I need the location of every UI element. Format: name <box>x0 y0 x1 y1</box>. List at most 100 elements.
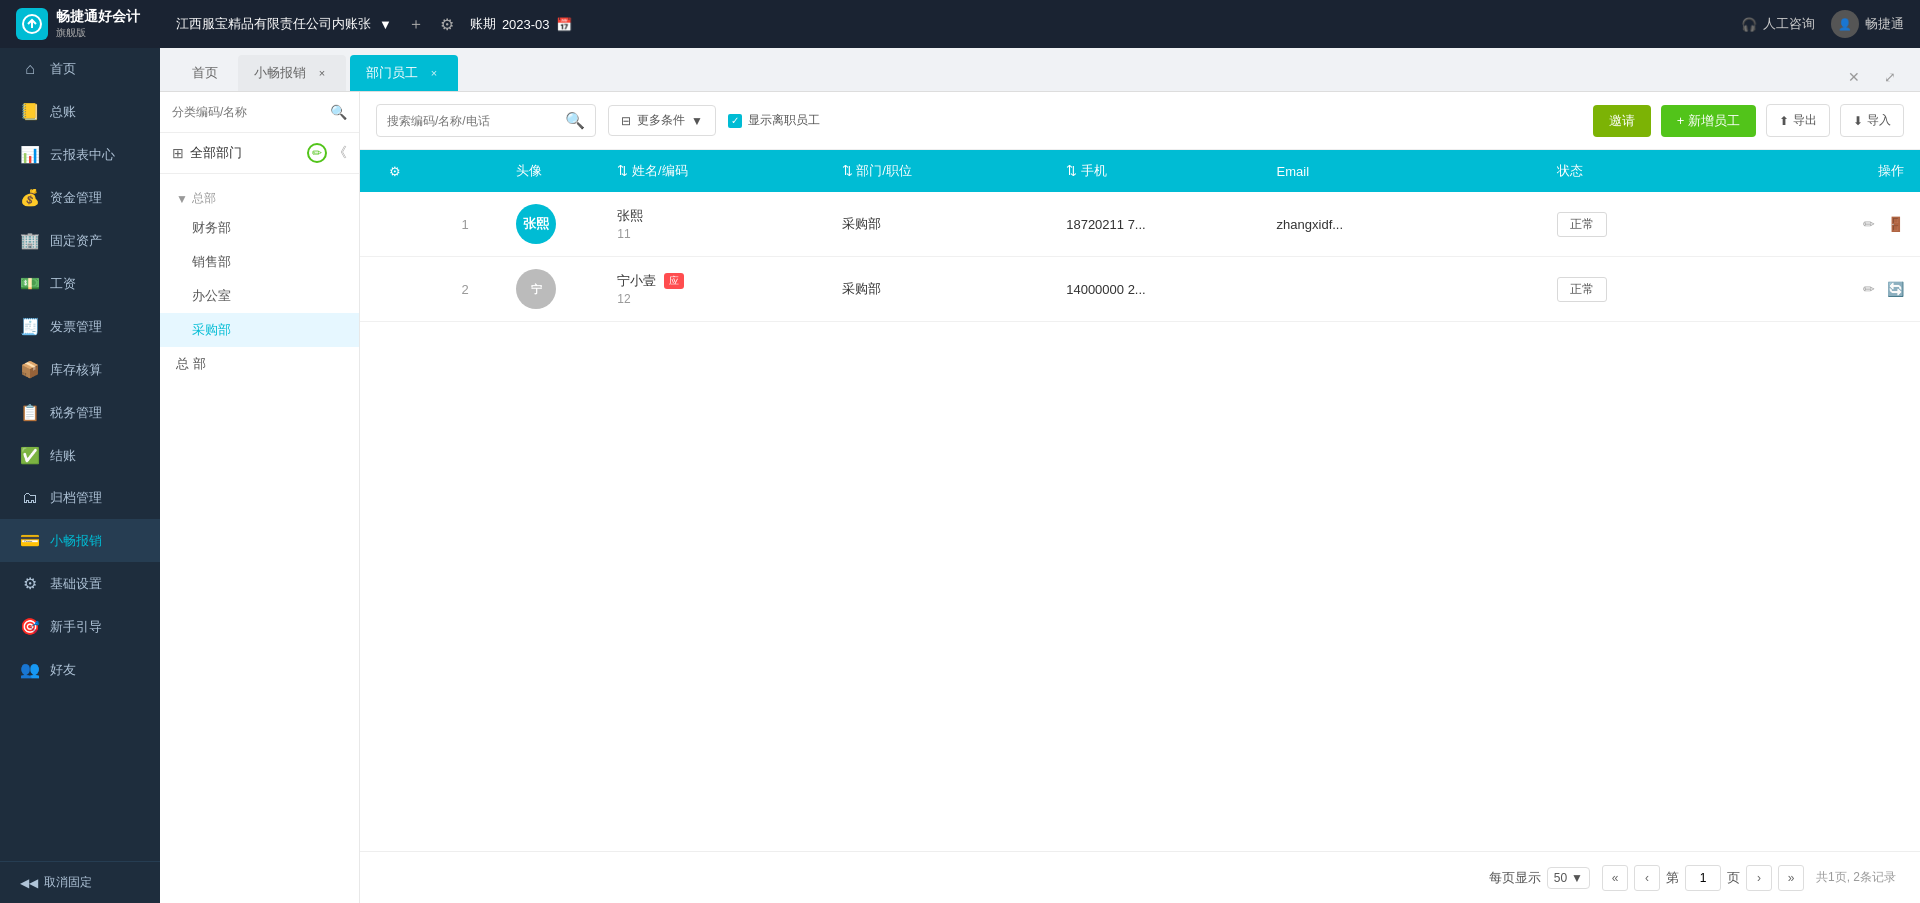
page-size-select[interactable]: 50 ▼ <box>1547 867 1590 889</box>
sidebar-label-salary: 工资 <box>50 275 76 293</box>
sidebar-item-salary[interactable]: 💵 工资 <box>0 262 160 305</box>
calendar-icon[interactable]: 📅 <box>556 17 572 32</box>
tab-dept-emp-close[interactable]: × <box>426 65 442 81</box>
add-tab-button[interactable]: ＋ <box>408 14 424 35</box>
cancel-fixed-btn[interactable]: ◀◀ 取消固定 <box>0 861 160 903</box>
dept-item-office[interactable]: 办公室 <box>160 279 359 313</box>
user-menu[interactable]: 👤 畅捷通 <box>1831 10 1904 38</box>
sidebar-label-settings: 基础设置 <box>50 575 102 593</box>
tab-actions: ✕ ⤢ <box>1840 63 1904 91</box>
sidebar-item-archive[interactable]: 🗂 归档管理 <box>0 477 160 519</box>
prev-page-btn[interactable]: ‹ <box>1634 865 1660 891</box>
th-dept[interactable]: ⇅ 部门/职位 <box>826 150 1050 192</box>
page-size-selector: 每页显示 50 ▼ <box>1489 867 1590 889</box>
sidebar-item-inventory[interactable]: 📦 库存核算 <box>0 348 160 391</box>
sidebar-label-reports: 云报表中心 <box>50 146 115 164</box>
next-page-btn[interactable]: › <box>1746 865 1772 891</box>
th-avatar: 头像 <box>500 150 601 192</box>
tab-dept-emp[interactable]: 部门员工 × <box>350 55 458 91</box>
customer-service[interactable]: 🎧 人工咨询 <box>1741 15 1815 33</box>
sidebar-label-ledger: 总账 <box>50 103 76 121</box>
th-settings[interactable]: ⚙ <box>360 150 430 192</box>
export-button[interactable]: ⬆ 导出 <box>1766 104 1830 137</box>
sidebar-label-assets: 固定资产 <box>50 232 102 250</box>
company-selector[interactable]: 江西服宝精品有限责任公司内账张 ▼ <box>176 15 392 33</box>
invite-button[interactable]: 邀请 <box>1593 105 1651 137</box>
dept-search-icon[interactable]: 🔍 <box>330 104 347 120</box>
account-period: 账期 2023-03 📅 <box>470 15 572 33</box>
expand-tab-btn[interactable]: ⤢ <box>1876 63 1904 91</box>
th-phone[interactable]: ⇅ 手机 <box>1050 150 1260 192</box>
period-value[interactable]: 2023-03 <box>502 17 550 32</box>
current-page-input[interactable] <box>1685 865 1721 891</box>
sidebar-label-checkout: 结账 <box>50 447 76 465</box>
tab-expense[interactable]: 小畅报销 × <box>238 55 346 91</box>
add-employee-button[interactable]: + 新增员工 <box>1661 105 1756 137</box>
sort-name-icon: ⇅ <box>617 163 628 178</box>
show-left-checkbox[interactable]: ✓ <box>728 114 742 128</box>
emp2-name: 宁小壹 <box>617 272 656 290</box>
dept-root-label[interactable]: 总部 <box>192 190 216 207</box>
app-sub: 旗舰版 <box>56 26 140 40</box>
emp-table: ⚙ 头像 ⇅ 姓名/编码 ⇅ 部门/职位 ⇅ 手机 <box>360 150 1920 851</box>
sidebar-item-guide[interactable]: 🎯 新手引导 <box>0 605 160 648</box>
first-page-btn[interactable]: « <box>1602 865 1628 891</box>
th-name[interactable]: ⇅ 姓名/编码 <box>601 150 825 192</box>
more-filter-btn[interactable]: ⊟ 更多条件 ▼ <box>608 105 716 136</box>
page-nav: « ‹ 第 页 › » <box>1602 865 1804 891</box>
tab-expense-close[interactable]: × <box>314 65 330 81</box>
close-tab-btn[interactable]: ✕ <box>1840 63 1868 91</box>
sidebar-item-checkout[interactable]: ✅ 结账 <box>0 434 160 477</box>
sidebar-item-invoice[interactable]: 🧾 发票管理 <box>0 305 160 348</box>
sidebar-item-settings[interactable]: ⚙ 基础设置 <box>0 562 160 605</box>
dept-search-bar: 🔍 <box>160 92 359 133</box>
dept-finance-label: 财务部 <box>192 219 231 237</box>
sidebar-label-capital: 资金管理 <box>50 189 102 207</box>
th-no <box>430 150 500 192</box>
sidebar-item-capital[interactable]: 💰 资金管理 <box>0 176 160 219</box>
tab-home-label: 首页 <box>192 64 218 82</box>
emp-toolbar: 🔍 ⊟ 更多条件 ▼ ✓ 显示离职员工 邀请 + 新增员工 <box>360 92 1920 150</box>
sidebar-item-assets[interactable]: 🏢 固定资产 <box>0 219 160 262</box>
row2-action-icons: ✏ 🔄 <box>1768 281 1904 297</box>
row1-name: 张熙 11 <box>601 192 825 257</box>
edit-dept-icon[interactable]: ✏ <box>307 143 327 163</box>
emp2-phone: 14000000 2... <box>1066 282 1146 297</box>
sidebar-item-ledger[interactable]: 📒 总账 <box>0 90 160 133</box>
emp1-edit-icon[interactable]: ✏ <box>1863 216 1875 232</box>
row2-status: 正常 <box>1541 257 1751 322</box>
page-content: 🔍 ⊞ 全部部门 ✏ 《 ▼ 总部 <box>160 92 1920 903</box>
header-middle: ＋ ⚙ 账期 2023-03 📅 <box>408 14 572 35</box>
sort-phone-icon: ⇅ <box>1066 163 1077 178</box>
username-label: 畅捷通 <box>1865 15 1904 33</box>
emp2-edit-icon[interactable]: ✏ <box>1863 281 1875 297</box>
export-label: 导出 <box>1793 112 1817 129</box>
emp1-delete-icon[interactable]: 🚪 <box>1887 216 1904 232</box>
dept-item-finance[interactable]: 财务部 <box>160 211 359 245</box>
last-page-btn[interactable]: » <box>1778 865 1804 891</box>
sidebar-item-expense[interactable]: 💳 小畅报销 <box>0 519 160 562</box>
all-dept-label[interactable]: 全部部门 <box>190 144 242 162</box>
capital-icon: 💰 <box>20 188 40 207</box>
show-left-toggle[interactable]: ✓ 显示离职员工 <box>728 112 820 129</box>
emp-search-icon[interactable]: 🔍 <box>565 111 585 130</box>
collapse-icon[interactable]: 《 <box>333 144 347 162</box>
th-email: Email <box>1261 150 1542 192</box>
sidebar-item-tax[interactable]: 📋 税务管理 <box>0 391 160 434</box>
pin-icon: ◀◀ <box>20 876 38 890</box>
emp2-avatar-circle: 宁 <box>516 269 556 309</box>
sidebar-item-home[interactable]: ⌂ 首页 <box>0 48 160 90</box>
emp2-dept: 采购部 <box>842 281 881 296</box>
tab-home[interactable]: 首页 <box>176 55 234 91</box>
row1-email: zhangxidf... <box>1261 192 1542 257</box>
dept-item-purchase[interactable]: 采购部 <box>160 313 359 347</box>
emp2-refresh-icon[interactable]: 🔄 <box>1887 281 1904 297</box>
dept-search-input[interactable] <box>172 105 322 119</box>
sidebar-item-join[interactable]: 👥 好友 <box>0 648 160 691</box>
import-button[interactable]: ⬇ 导入 <box>1840 104 1904 137</box>
sidebar-item-reports[interactable]: 📊 云报表中心 <box>0 133 160 176</box>
dept-item-sales[interactable]: 销售部 <box>160 245 359 279</box>
dept-item-general[interactable]: 总 部 <box>160 347 359 381</box>
emp-search-input[interactable] <box>387 114 559 128</box>
settings-icon[interactable]: ⚙ <box>440 15 454 34</box>
